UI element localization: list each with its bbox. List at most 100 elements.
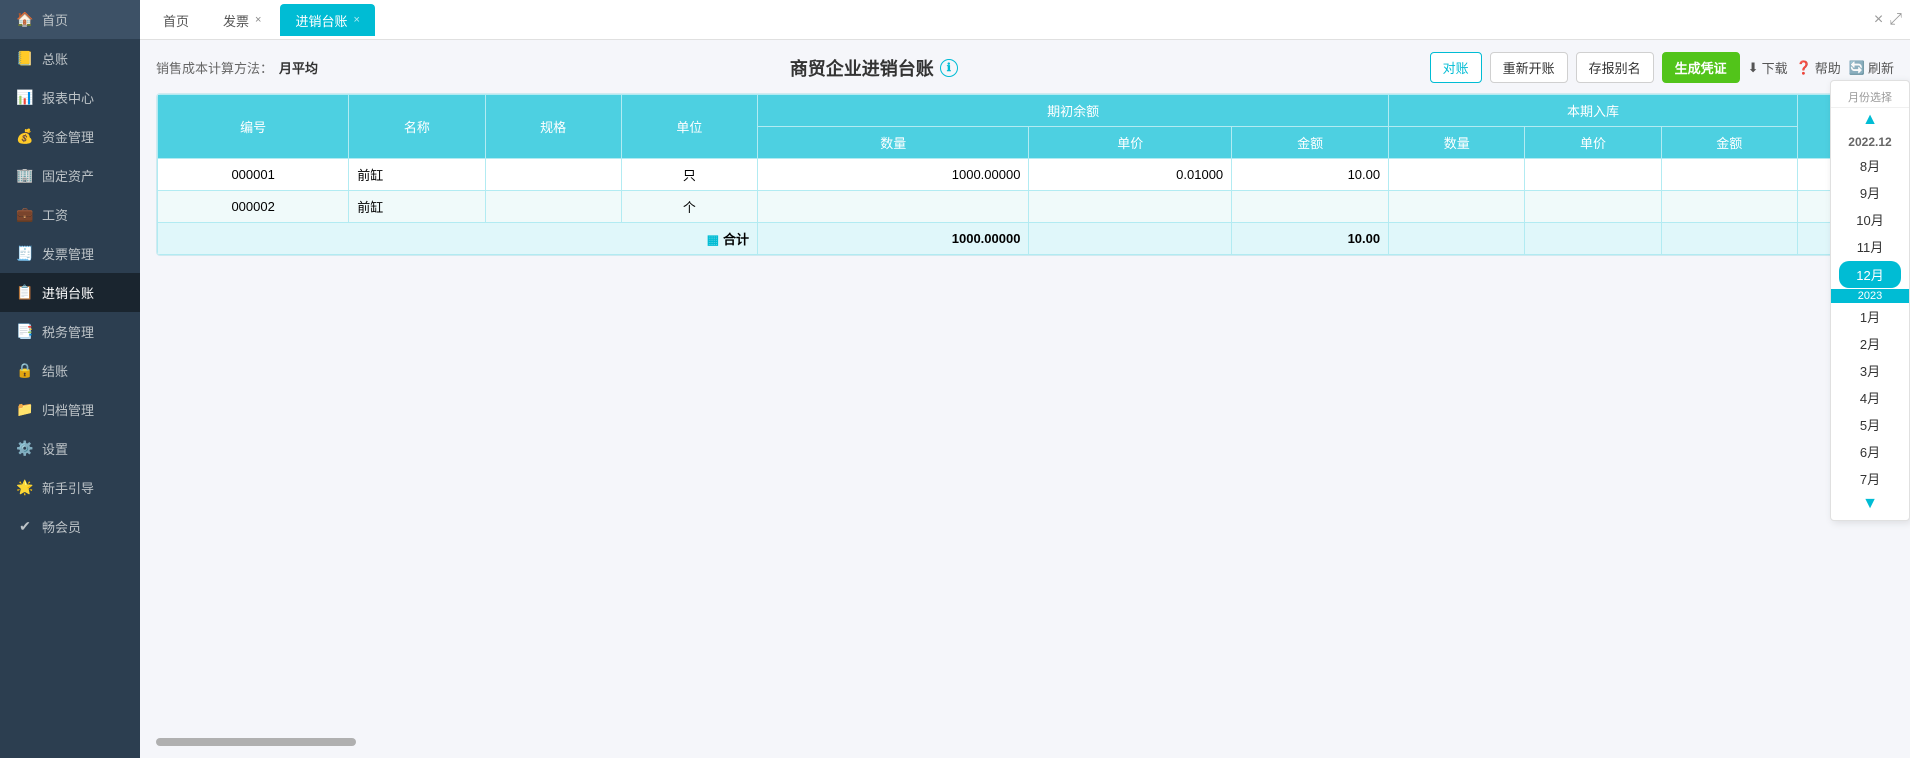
- month-item[interactable]: 6月: [1831, 438, 1909, 465]
- cell-name: 前缸: [349, 191, 485, 223]
- cell-code: 000002: [158, 191, 349, 223]
- home-icon: 🏠: [16, 11, 34, 28]
- month-panel-year-2022: 2022.12: [1831, 132, 1909, 152]
- help-button[interactable]: ❓ 帮助: [1796, 58, 1841, 77]
- month-item[interactable]: 1月: [1831, 303, 1909, 330]
- total-label: ▦合计: [158, 223, 758, 255]
- month-item[interactable]: 12月: [1839, 261, 1901, 288]
- sidebar-item-label: 进销台账: [42, 283, 94, 302]
- action-buttons: 对账 重新开账 存报别名 生成凭证 ⬇ 下载 ❓ 帮助 🔄 刷新: [1430, 52, 1894, 83]
- sidebar-item-invoice-mgmt[interactable]: 🧾 发票管理: [0, 234, 140, 273]
- purchase-sale-icon: 📋: [16, 284, 34, 301]
- cell-in-qty: [1389, 159, 1525, 191]
- cell-in-price: [1525, 191, 1661, 223]
- assets-icon: 🏢: [16, 167, 34, 184]
- sidebar-item-ledger[interactable]: 📒 总账: [0, 39, 140, 78]
- generate-voucher-button[interactable]: 生成凭证: [1662, 52, 1740, 83]
- month-item[interactable]: 5月: [1831, 411, 1909, 438]
- invoice-mgmt-icon: 🧾: [16, 245, 34, 262]
- total-in-price: [1525, 223, 1661, 255]
- help-icon: ❓: [1796, 60, 1812, 76]
- sidebar-item-label: 总账: [42, 49, 68, 68]
- month-item[interactable]: 7月: [1831, 465, 1909, 492]
- refresh-button[interactable]: 🔄 刷新: [1849, 58, 1894, 77]
- total-open-qty: 1000.00000: [758, 223, 1029, 255]
- month-nav-up: ▲: [1831, 108, 1909, 132]
- tab-invoice[interactable]: 发票 ×: [208, 4, 276, 36]
- cell-open-amount: 10.00: [1232, 159, 1389, 191]
- download-button[interactable]: ⬇ 下载: [1748, 58, 1788, 77]
- sidebar-item-label: 报表中心: [42, 88, 94, 107]
- cost-method-label: 销售成本计算方法：: [156, 58, 273, 77]
- tab-purchase-sale-close[interactable]: ×: [353, 14, 359, 26]
- cell-in-price: [1525, 159, 1661, 191]
- month-item[interactable]: 11月: [1831, 233, 1909, 260]
- th-group-opening: 期初余额: [758, 95, 1389, 127]
- tab-purchase-sale[interactable]: 进销台账 ×: [280, 4, 374, 36]
- th-in-amount: 金额: [1661, 127, 1797, 159]
- reopen-button[interactable]: 重新开账: [1490, 52, 1568, 83]
- th-in-qty: 数量: [1389, 127, 1525, 159]
- content-area: 销售成本计算方法： 月平均 商贸企业进销台账 ℹ 对账 重新开账 存报别名 生成…: [140, 40, 1910, 758]
- archive-icon: 📁: [16, 401, 34, 418]
- month-item[interactable]: 2月: [1831, 330, 1909, 357]
- sidebar: 🏠 首页 📒 总账 📊 报表中心 💰 资金管理 🏢 固定资产 💼 工资 🧾 发票…: [0, 0, 140, 758]
- window-close-button[interactable]: ×: [1874, 11, 1883, 29]
- guide-icon: 🌟: [16, 479, 34, 496]
- sidebar-item-label: 归档管理: [42, 400, 94, 419]
- sidebar-item-close[interactable]: 🔒 结账: [0, 351, 140, 390]
- month-item[interactable]: 9月: [1831, 179, 1909, 206]
- cell-open-qty: [758, 191, 1029, 223]
- month-item[interactable]: 4月: [1831, 384, 1909, 411]
- sidebar-item-label: 新手引导: [42, 478, 94, 497]
- sidebar-item-tax[interactable]: 📑 税务管理: [0, 312, 140, 351]
- table-row: 000001 前缸 只 1000.00000 0.01000 10.00: [158, 159, 1893, 191]
- sidebar-item-purchase-sale[interactable]: 📋 进销台账: [0, 273, 140, 312]
- sidebar-item-archive[interactable]: 📁 归档管理: [0, 390, 140, 429]
- salary-icon: 💼: [16, 206, 34, 223]
- reconcile-button[interactable]: 对账: [1430, 52, 1482, 83]
- sidebar-item-assets[interactable]: 🏢 固定资产: [0, 156, 140, 195]
- total-in-amount: [1661, 223, 1797, 255]
- main-area: 首页 发票 × 进销台账 × × ⤢ 销售成本计算方法： 月平均 商贸企业进销台…: [140, 0, 1910, 758]
- window-maximize-button[interactable]: ⤢: [1889, 11, 1902, 29]
- sidebar-item-funds[interactable]: 💰 资金管理: [0, 117, 140, 156]
- month-item[interactable]: 10月: [1831, 206, 1909, 233]
- cell-name: 前缸: [349, 159, 485, 191]
- month-nav-up-button[interactable]: ▲: [1856, 111, 1884, 129]
- member-icon: ✔: [16, 518, 34, 535]
- sidebar-item-reports[interactable]: 📊 报表中心: [0, 78, 140, 117]
- sidebar-item-settings[interactable]: ⚙️ 设置: [0, 429, 140, 468]
- sidebar-item-guide[interactable]: 🌟 新手引导: [0, 468, 140, 507]
- sidebar-item-label: 固定资产: [42, 166, 94, 185]
- month-item[interactable]: 8月: [1831, 152, 1909, 179]
- tab-invoice-label: 发票: [223, 11, 249, 30]
- sidebar-item-label: 发票管理: [42, 244, 94, 263]
- cell-code: 000001: [158, 159, 349, 191]
- cell-open-price: [1029, 191, 1232, 223]
- sidebar-item-member[interactable]: ✔ 畅会员: [0, 507, 140, 546]
- month-nav-down-button[interactable]: ▼: [1856, 495, 1884, 513]
- tab-invoice-close[interactable]: ×: [255, 14, 261, 26]
- save-alias-button[interactable]: 存报别名: [1576, 52, 1654, 83]
- ledger-icon: 📒: [16, 50, 34, 67]
- horizontal-scrollbar[interactable]: [156, 738, 356, 746]
- total-row: ▦合计 1000.00000 10.00: [158, 223, 1893, 255]
- month-item[interactable]: 3月: [1831, 357, 1909, 384]
- cell-in-qty: [1389, 191, 1525, 223]
- refresh-icon: 🔄: [1849, 60, 1865, 76]
- toolbar-row: 销售成本计算方法： 月平均 商贸企业进销台账 ℹ 对账 重新开账 存报别名 生成…: [156, 52, 1894, 83]
- total-in-qty: [1389, 223, 1525, 255]
- th-open-qty: 数量: [758, 127, 1029, 159]
- th-spec: 规格: [485, 95, 621, 159]
- sidebar-item-label: 工资: [42, 205, 68, 224]
- cell-spec: [485, 159, 621, 191]
- year-marker-2023: 2023: [1831, 289, 1909, 303]
- sidebar-item-home[interactable]: 🏠 首页: [0, 0, 140, 39]
- tab-purchase-sale-label: 进销台账: [295, 11, 347, 30]
- tab-home[interactable]: 首页: [148, 4, 204, 36]
- info-icon[interactable]: ℹ: [940, 59, 958, 77]
- cell-in-amount: [1661, 159, 1797, 191]
- sidebar-item-salary[interactable]: 💼 工资: [0, 195, 140, 234]
- cell-unit: 个: [621, 191, 757, 223]
